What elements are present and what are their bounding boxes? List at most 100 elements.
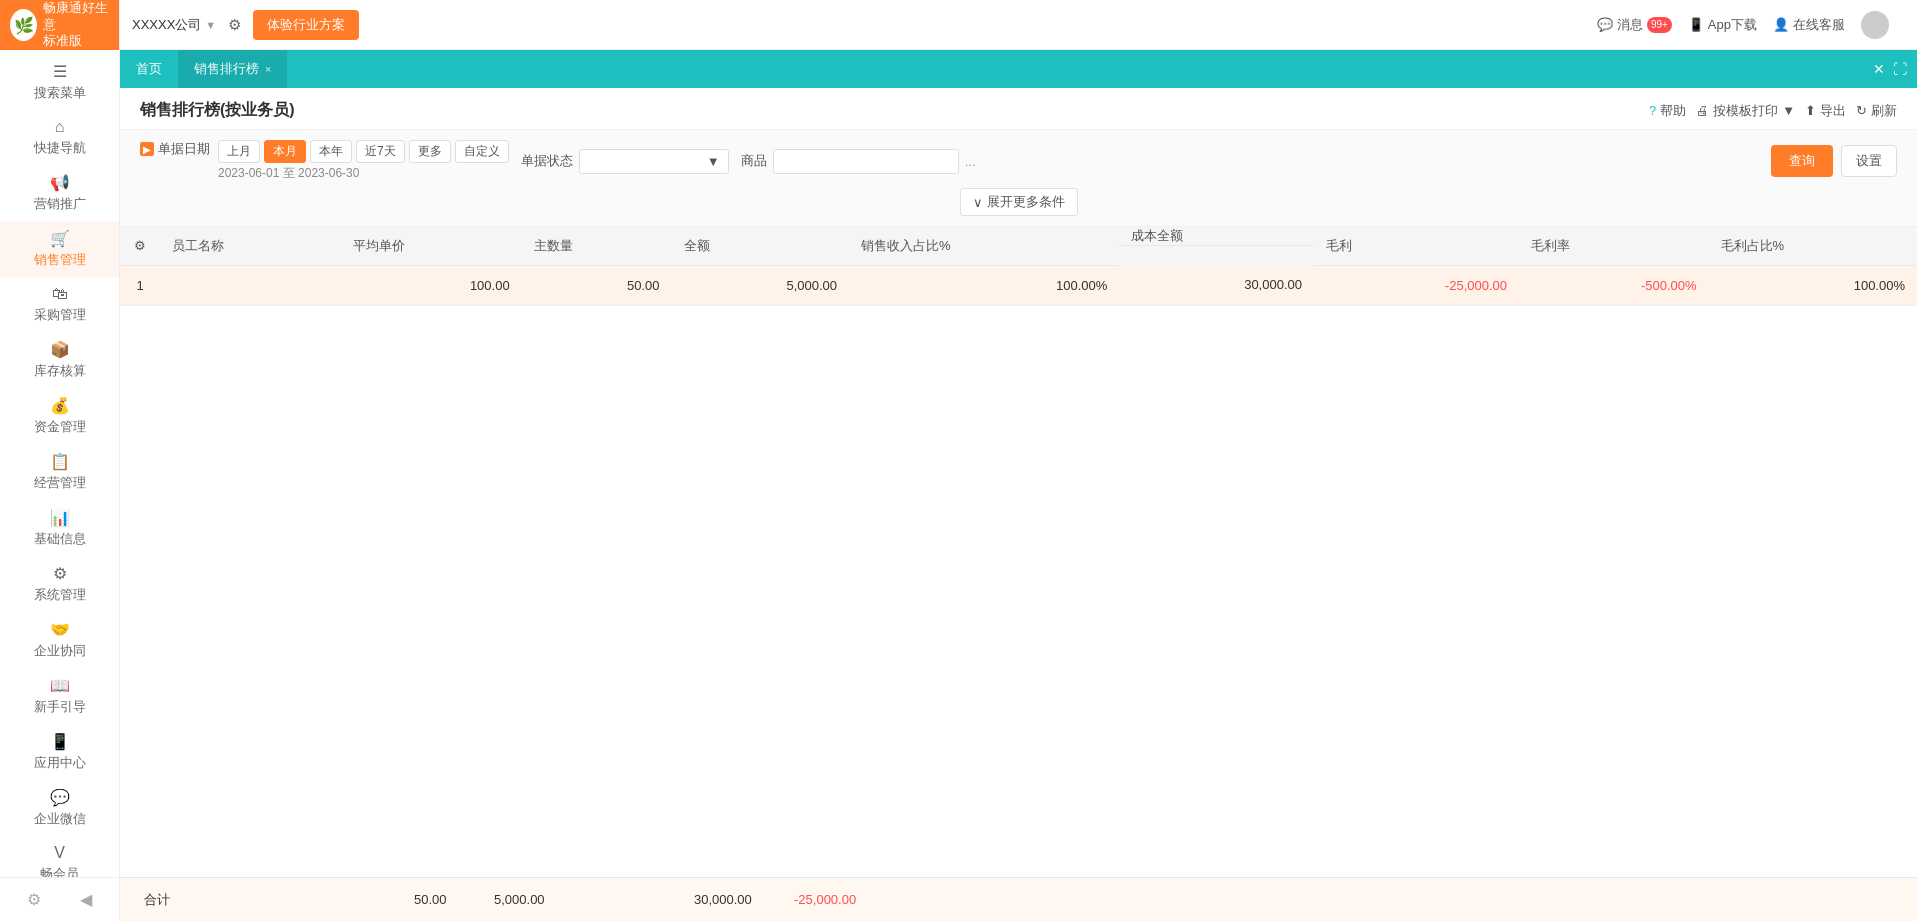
sidebar-icon-4: 🛍	[52, 285, 68, 303]
status-filter-label: 单据状态	[521, 152, 573, 170]
table-body: 1100.0050.005,000.00100.00%30,000.00-25,…	[120, 265, 1917, 305]
goods-input[interactable]	[773, 149, 959, 174]
sidebar-label-10: 企业协同	[34, 642, 86, 660]
sidebar-item-10[interactable]: 🤝企业协同	[0, 612, 119, 668]
content-area: 销售排行榜(按业务员) ? 帮助 🖨 按模板打印 ▼ ⬆ 导出 ↻ 刷新	[120, 88, 1917, 921]
tab-sales-ranking[interactable]: 销售排行榜 ×	[178, 50, 287, 88]
company-selector[interactable]: XXXXX公司 ▼	[132, 16, 216, 34]
sidebar-icon-7: 📋	[50, 452, 70, 471]
expand-conditions-btn[interactable]: ∨ 展开更多条件	[960, 188, 1078, 216]
cell-cost-amount: 30,000.00	[1119, 265, 1314, 305]
sidebar-item-1[interactable]: ⌂快捷导航	[0, 110, 119, 165]
filter-collapse-btn[interactable]: ▶	[140, 142, 154, 156]
expand-label: 展开更多条件	[987, 193, 1065, 211]
date-btn-this-month[interactable]: 本月	[264, 140, 306, 163]
company-name: XXXXX公司	[132, 16, 201, 34]
refresh-icon: ↻	[1856, 103, 1867, 118]
settings-gear-icon[interactable]: ⚙	[228, 16, 241, 34]
sidebar-item-0[interactable]: ☰搜索菜单	[0, 54, 119, 110]
query-btn[interactable]: 查询	[1771, 145, 1833, 177]
message-badge: 99+	[1647, 17, 1672, 33]
sidebar-item-5[interactable]: 📦库存核算	[0, 332, 119, 388]
cell-main-qty: 50.00	[522, 265, 672, 305]
app-icon: 📱	[1688, 17, 1704, 32]
footer-label: 合计	[132, 891, 182, 909]
tabbar: 首页 销售排行榜 × ✕ ⛶	[120, 50, 1917, 88]
settings-icon[interactable]: ⚙	[23, 886, 45, 913]
help-btn[interactable]: ? 帮助	[1649, 102, 1686, 120]
col-gross: 毛利	[1314, 227, 1519, 265]
tab-close-icon[interactable]: ×	[265, 50, 271, 88]
sidebar-label-9: 系统管理	[34, 586, 86, 604]
sidebar-item-14[interactable]: V畅会员	[0, 836, 119, 877]
tab-close-window-icon[interactable]: ✕	[1873, 61, 1885, 77]
trial-btn[interactable]: 体验行业方案	[253, 10, 359, 40]
sidebar-item-7[interactable]: 📋 经营管理	[0, 444, 119, 500]
sidebar-item-4[interactable]: 🛍 采购管理	[0, 277, 119, 332]
sidebar-item-3[interactable]: 🛒销售管理	[0, 221, 119, 277]
cell-index: 1	[120, 265, 160, 305]
data-table: ⚙ 员工名称 平均单价 主数量 全额 销售收入占比% 成本全额 毛利 毛利率 毛…	[120, 227, 1917, 306]
message-btn[interactable]: 💬 消息 99+	[1597, 16, 1672, 34]
table-footer: 合计 50.00 5,000.00 30,000.00 -25,000.00	[120, 877, 1917, 921]
main-area: XXXXX公司 ▼ ⚙ 体验行业方案 💬 消息 99+ 📱 App下载 👤 在线…	[120, 0, 1917, 921]
col-gross-rate: 毛利率	[1519, 227, 1709, 265]
goods-filter-wrap: 商品 ...	[741, 149, 976, 174]
sidebar-label-3: 销售管理	[34, 251, 86, 269]
tab-maximize-icon[interactable]: ⛶	[1893, 61, 1907, 77]
tab-home[interactable]: 首页	[120, 50, 178, 88]
sidebar: 🌿 畅康通好生意 标准版 ☰搜索菜单⌂快捷导航📢营销推广🛒销售管理🛍采购管理📦库…	[0, 0, 120, 921]
app-download-label: App下载	[1708, 16, 1757, 34]
sidebar-label-12: 应用中心	[34, 754, 86, 772]
online-service-label: 在线客服	[1793, 16, 1845, 34]
goods-input-more[interactable]: ...	[965, 154, 976, 169]
online-service-btn[interactable]: 👤 在线客服	[1773, 16, 1845, 34]
sidebar-nav: ☰搜索菜单⌂快捷导航📢营销推广🛒销售管理 🛍 采购管理 📦库存核算💰资金管理 📋 经营管理…	[0, 50, 119, 877]
col-amount: 全额	[672, 227, 850, 265]
date-btn-7days[interactable]: 近7天	[356, 140, 405, 163]
avatar[interactable]	[1861, 11, 1889, 39]
sidebar-item-2[interactable]: 📢营销推广	[0, 165, 119, 221]
sidebar-label-4: 采购管理	[34, 306, 86, 324]
date-btn-this-year[interactable]: 本年	[310, 140, 352, 163]
page-title: 销售排行榜(按业务员)	[140, 100, 295, 121]
cell-gross-ratio: 100.00%	[1709, 265, 1917, 305]
cell-amount: 5,000.00	[672, 265, 850, 305]
date-btn-last-month[interactable]: 上月	[218, 140, 260, 163]
expand-chevron-icon: ∨	[973, 195, 983, 210]
status-filter-wrap: 单据状态 ▼	[521, 149, 729, 174]
sidebar-item-12[interactable]: 📱应用中心	[0, 724, 119, 780]
cell-gross: -25,000.00	[1314, 265, 1519, 305]
status-select-arrow: ▼	[707, 154, 720, 169]
footer-gross: -25,000.00	[782, 892, 868, 907]
sidebar-item-6[interactable]: 💰资金管理	[0, 388, 119, 444]
logo-text: 畅康通好生意 标准版	[43, 0, 109, 50]
settings-btn[interactable]: 设置	[1841, 145, 1897, 177]
date-btn-more[interactable]: 更多	[409, 140, 451, 163]
tabbar-controls: ✕ ⛶	[1863, 61, 1917, 77]
date-btn-custom[interactable]: 自定义	[455, 140, 509, 163]
sidebar-icon-5: 📦	[50, 340, 70, 359]
footer-amount: 5,000.00	[482, 892, 572, 907]
status-select[interactable]: ▼	[579, 149, 729, 174]
sidebar-label-0: 搜索菜单	[34, 84, 86, 102]
sidebar-label-7: 经营管理	[34, 474, 86, 492]
collapse-icon[interactable]: ◀	[76, 886, 96, 913]
sidebar-label-13: 企业微信	[34, 810, 86, 828]
sidebar-item-8[interactable]: 📊基础信息	[0, 500, 119, 556]
sidebar-item-9[interactable]: ⚙系统管理	[0, 556, 119, 612]
refresh-btn[interactable]: ↻ 刷新	[1856, 102, 1897, 120]
help-icon: ?	[1649, 103, 1656, 118]
cell-gross-rate: -500.00%	[1519, 265, 1709, 305]
export-btn[interactable]: ⬆ 导出	[1805, 102, 1846, 120]
sidebar-item-11[interactable]: 📖新手引导	[0, 668, 119, 724]
tab-label: 销售排行榜	[194, 50, 259, 88]
company-dropdown-icon: ▼	[205, 19, 216, 31]
export-icon: ⬆	[1805, 103, 1816, 118]
template-print-btn[interactable]: 🖨 按模板打印 ▼	[1696, 102, 1795, 120]
goods-filter-label: 商品	[741, 152, 767, 170]
sidebar-icon-11: 📖	[50, 676, 70, 695]
app-download-btn[interactable]: 📱 App下载	[1688, 16, 1757, 34]
sidebar-icon-14: V	[54, 844, 65, 862]
sidebar-item-13[interactable]: 💬企业微信	[0, 780, 119, 836]
